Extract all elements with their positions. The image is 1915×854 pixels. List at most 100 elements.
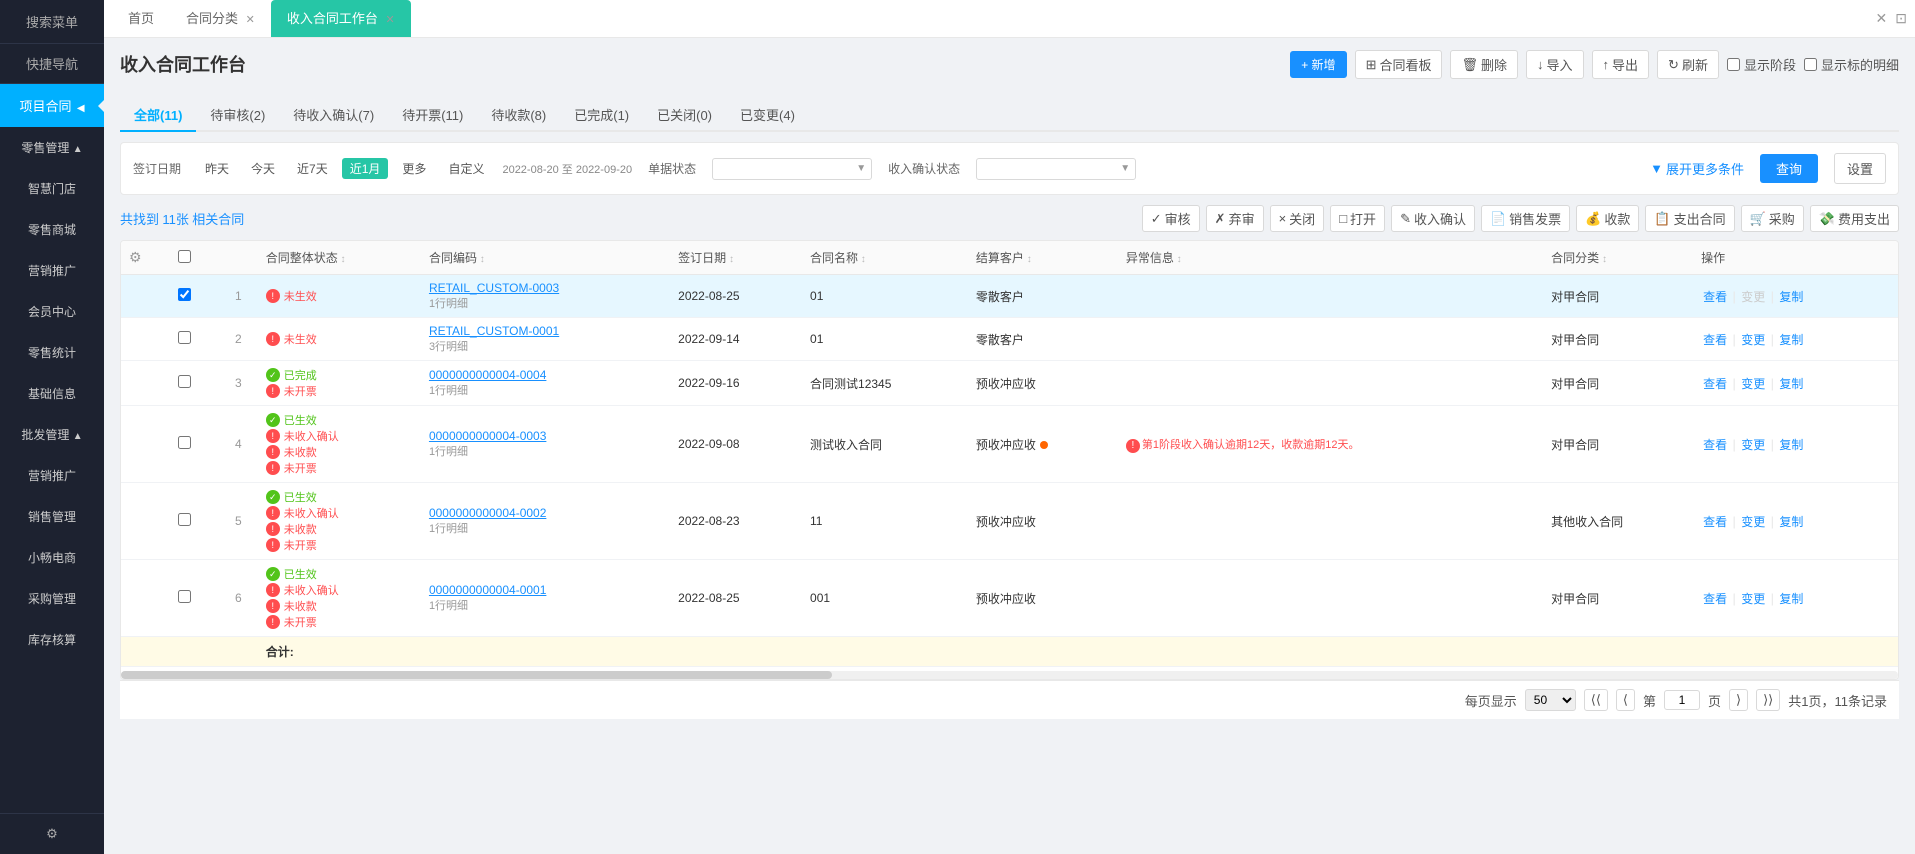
- show-segment-checkbox[interactable]: 显示阶段: [1727, 55, 1796, 74]
- col-name-header[interactable]: 合同名称: [802, 241, 968, 275]
- add-button[interactable]: + 新增: [1290, 51, 1346, 78]
- row-checkbox-4[interactable]: [178, 513, 191, 526]
- filter-tab-pending-invoice[interactable]: 待开票(11): [388, 99, 477, 132]
- contract-code-link-0[interactable]: RETAIL_CUSTOM-0003: [429, 281, 559, 295]
- abandon-button[interactable]: ✗ 弃审: [1206, 205, 1264, 232]
- review-button[interactable]: ✓ 审核: [1142, 205, 1200, 232]
- op-copy-1[interactable]: 复制: [1779, 333, 1803, 347]
- tab-home[interactable]: 首页: [112, 0, 170, 37]
- contract-code-link-4[interactable]: 0000000000004-0002: [429, 506, 546, 520]
- op-change-5[interactable]: 变更: [1741, 592, 1765, 606]
- op-change-4[interactable]: 变更: [1741, 515, 1765, 529]
- expand-btn[interactable]: ▼ 展开更多条件: [1650, 159, 1744, 178]
- op-change-0[interactable]: 变更: [1741, 290, 1765, 304]
- filter-tab-completed[interactable]: 已完成(1): [560, 99, 643, 132]
- op-view-5[interactable]: 查看: [1703, 592, 1727, 606]
- sidebar-item-ecommerce[interactable]: 小畅电商: [0, 537, 104, 578]
- row-checkbox-3[interactable]: [178, 436, 191, 449]
- setting-button[interactable]: 设置: [1834, 153, 1886, 184]
- date-option-custom[interactable]: 自定义: [440, 158, 492, 179]
- expense-out-button[interactable]: 📋 支出合同: [1645, 205, 1734, 232]
- op-copy-2[interactable]: 复制: [1779, 377, 1803, 391]
- window-close-btn[interactable]: ✕: [1876, 10, 1888, 27]
- row-checkbox-1[interactable]: [178, 331, 191, 344]
- date-option-yesterday[interactable]: 昨天: [197, 158, 237, 179]
- kanban-button[interactable]: ⊞ 合同看板: [1355, 50, 1443, 79]
- sidebar-nav[interactable]: 快捷导航: [0, 44, 104, 84]
- income-status-select[interactable]: [976, 158, 1136, 180]
- export-button[interactable]: ↑ 导出: [1592, 50, 1650, 79]
- col-category-header[interactable]: 合同分类: [1543, 241, 1693, 275]
- contract-code-link-2[interactable]: 0000000000004-0004: [429, 368, 546, 382]
- sidebar-item-inventory[interactable]: 库存核算: [0, 619, 104, 660]
- op-copy-5[interactable]: 复制: [1779, 592, 1803, 606]
- income-confirm-button[interactable]: ✎ 收入确认: [1391, 205, 1475, 232]
- open-button[interactable]: □ 打开: [1330, 205, 1385, 232]
- col-customer-header[interactable]: 结算客户: [968, 241, 1118, 275]
- payment-button[interactable]: 💰 收款: [1576, 205, 1639, 232]
- tab-contract-cat[interactable]: 合同分类 ✕: [170, 0, 271, 37]
- tab-close-contract-cat[interactable]: ✕: [246, 14, 255, 26]
- horizontal-scrollbar[interactable]: [121, 671, 1898, 679]
- sidebar-settings[interactable]: ⚙: [0, 813, 104, 854]
- window-maximize-btn[interactable]: ⊡: [1895, 10, 1907, 27]
- delete-button[interactable]: 🗑 删除: [1450, 50, 1518, 79]
- date-option-week7[interactable]: 近7天: [289, 158, 336, 179]
- query-button[interactable]: 查询: [1760, 154, 1818, 183]
- op-view-1[interactable]: 查看: [1703, 333, 1727, 347]
- sidebar-search[interactable]: 搜索菜单: [0, 0, 104, 44]
- op-view-3[interactable]: 查看: [1703, 438, 1727, 452]
- col-abnormal-header[interactable]: 异常信息: [1118, 241, 1543, 275]
- filter-tab-pending-review[interactable]: 待审核(2): [196, 99, 279, 132]
- sidebar-item-smart-store[interactable]: 智慧门店: [0, 168, 104, 209]
- col-checkbox-header[interactable]: [170, 241, 219, 275]
- show-detail-checkbox[interactable]: 显示标的明细: [1804, 55, 1899, 74]
- op-change-3[interactable]: 变更: [1741, 438, 1765, 452]
- import-button[interactable]: ↓ 导入: [1526, 50, 1584, 79]
- tab-close-income-workbench[interactable]: ✕: [386, 14, 395, 26]
- settings-icon[interactable]: ⚙: [129, 249, 142, 265]
- scrollbar-thumb[interactable]: [121, 671, 832, 679]
- row-checkbox-2[interactable]: [178, 375, 191, 388]
- row-checkbox-5[interactable]: [178, 590, 191, 603]
- sidebar-item-sales-mgr[interactable]: 销售管理: [0, 496, 104, 537]
- op-view-0[interactable]: 查看: [1703, 290, 1727, 304]
- col-settings-header[interactable]: ⚙: [121, 241, 170, 275]
- first-page-btn[interactable]: ⟨⟨: [1584, 689, 1608, 711]
- refresh-button[interactable]: ↻ 刷新: [1657, 50, 1719, 79]
- sidebar-item-marketing[interactable]: 营销推广: [0, 250, 104, 291]
- op-view-4[interactable]: 查看: [1703, 515, 1727, 529]
- col-date-header[interactable]: 签订日期: [670, 241, 802, 275]
- row-checkbox-0[interactable]: [178, 288, 191, 301]
- sidebar-item-member[interactable]: 会员中心: [0, 291, 104, 332]
- op-change-1[interactable]: 变更: [1741, 333, 1765, 347]
- sales-invoice-button[interactable]: 📄 销售发票: [1481, 205, 1570, 232]
- contract-code-link-3[interactable]: 0000000000004-0003: [429, 429, 546, 443]
- sidebar-item-project[interactable]: 项目合同 ◀: [0, 84, 104, 127]
- date-option-month1[interactable]: 近1月: [342, 158, 389, 179]
- filter-tab-all[interactable]: 全部(11): [120, 99, 196, 132]
- op-copy-3[interactable]: 复制: [1779, 438, 1803, 452]
- sidebar-item-retail-mall[interactable]: 零售商城: [0, 209, 104, 250]
- sidebar-item-basic-info[interactable]: 基础信息: [0, 373, 104, 414]
- col-code-header[interactable]: 合同编码: [421, 241, 670, 275]
- sidebar-item-marketing2[interactable]: 营销推广: [0, 455, 104, 496]
- purchase-button[interactable]: 🛒 采购: [1741, 205, 1804, 232]
- filter-tab-pending-confirm[interactable]: 待收入确认(7): [279, 99, 388, 132]
- close-button[interactable]: × 关闭: [1270, 205, 1325, 232]
- prev-page-btn[interactable]: ⟨: [1616, 689, 1635, 711]
- page-size-select[interactable]: 50 100 200: [1525, 689, 1576, 711]
- filter-tab-closed[interactable]: 已关闭(0): [643, 99, 726, 132]
- tab-income-workbench[interactable]: 收入合同工作台 ✕: [271, 0, 411, 37]
- sidebar-item-retail-mgr[interactable]: 零售管理 ▲: [0, 127, 104, 168]
- last-page-btn[interactable]: ⟩⟩: [1756, 689, 1780, 711]
- sidebar-item-retail-stat[interactable]: 零售统计: [0, 332, 104, 373]
- select-all-checkbox[interactable]: [178, 250, 191, 263]
- contract-code-link-1[interactable]: RETAIL_CUSTOM-0001: [429, 324, 559, 338]
- doc-status-select[interactable]: [712, 158, 872, 180]
- page-input[interactable]: [1664, 690, 1700, 710]
- col-status-header[interactable]: 合同整体状态: [258, 241, 421, 275]
- date-option-today[interactable]: 今天: [243, 158, 283, 179]
- op-view-2[interactable]: 查看: [1703, 377, 1727, 391]
- filter-tab-changed[interactable]: 已变更(4): [726, 99, 809, 132]
